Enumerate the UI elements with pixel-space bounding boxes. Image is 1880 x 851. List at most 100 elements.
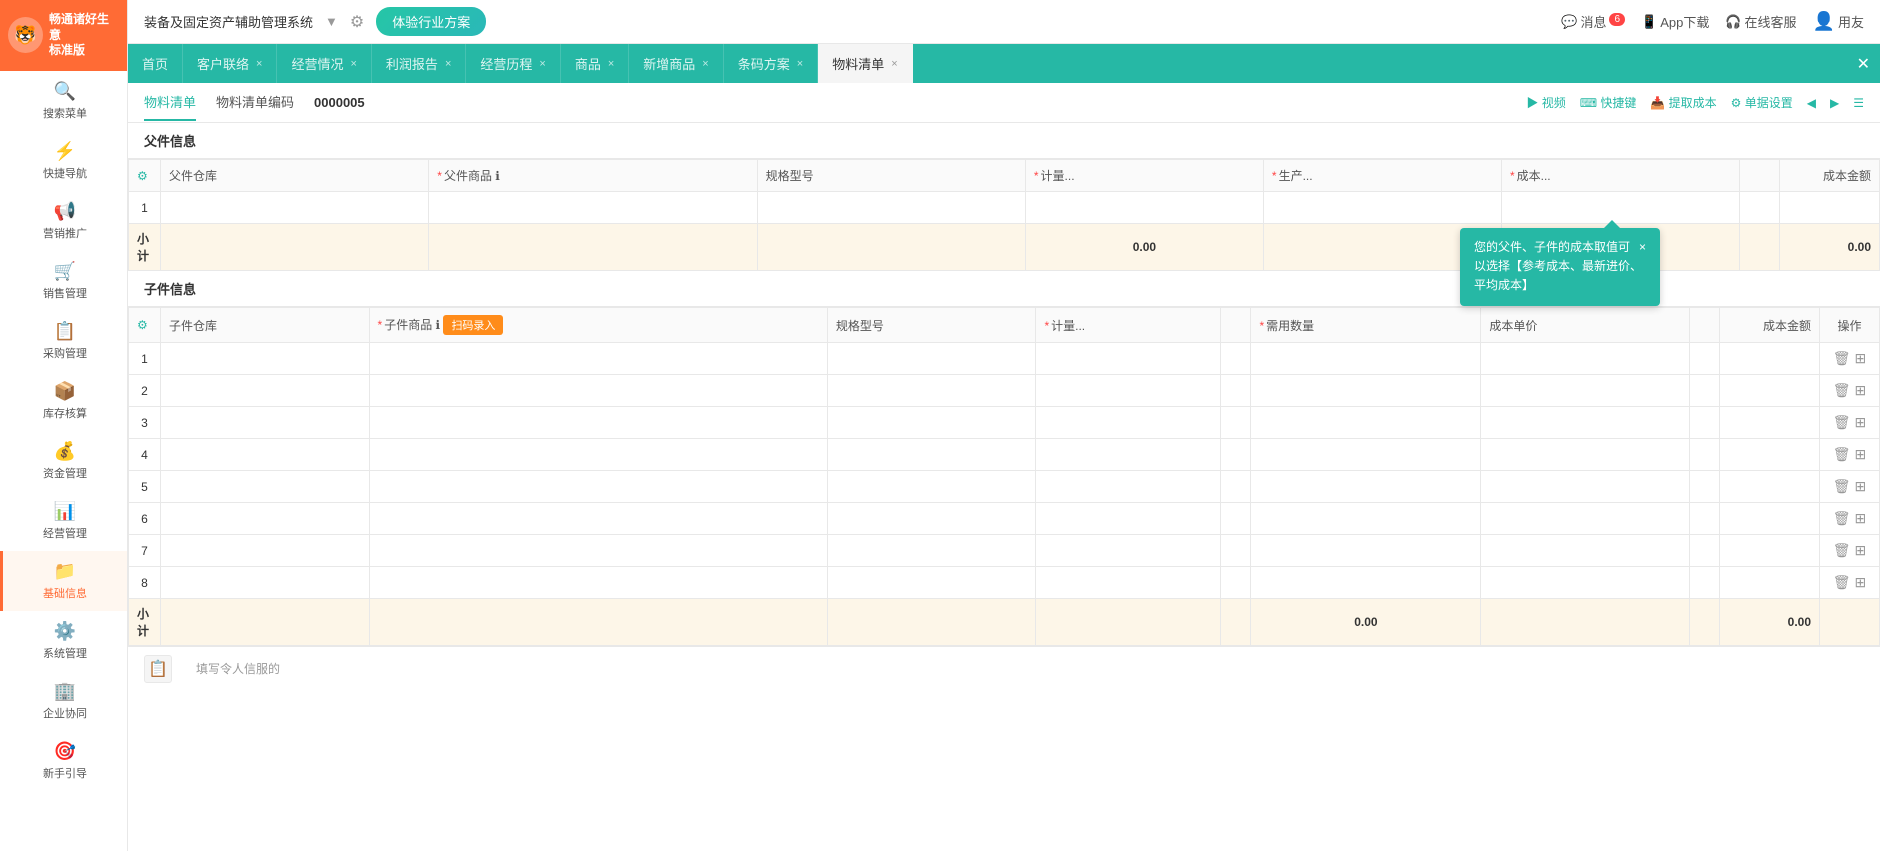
child-unit-3[interactable]	[1036, 407, 1221, 439]
child-qty-7[interactable]	[1251, 535, 1481, 567]
parent-production-1[interactable]	[1263, 192, 1501, 224]
bottom-icon-table[interactable]: 📋	[144, 655, 172, 683]
child-unit-6[interactable]	[1036, 503, 1221, 535]
child-qty-8[interactable]	[1251, 567, 1481, 599]
child-qty-1[interactable]	[1251, 343, 1481, 375]
extract-cost-btn[interactable]: 📥 提取成本	[1650, 94, 1716, 111]
child-warehouse-8[interactable]	[161, 567, 370, 599]
child-unit-2[interactable]	[1036, 375, 1221, 407]
delete-icon-7[interactable]: 🗑	[1833, 542, 1851, 559]
sidebar-item-marketing[interactable]: 📢营销推广	[0, 191, 127, 251]
tab-item-1[interactable]: 客户联络×	[183, 44, 277, 83]
delete-icon-5[interactable]: 🗑	[1833, 478, 1851, 495]
copy-icon-1[interactable]: ⊞	[1855, 350, 1867, 367]
tab-close-7[interactable]: ×	[797, 58, 803, 70]
child-warehouse-5[interactable]	[161, 471, 370, 503]
sidebar-item-search[interactable]: 🔍搜索菜单	[0, 71, 127, 131]
app-download-btn[interactable]: 📱 App下载	[1641, 12, 1709, 31]
parent-unit-1[interactable]	[1025, 192, 1263, 224]
child-warehouse-1[interactable]	[161, 343, 370, 375]
child-qty-5[interactable]	[1251, 471, 1481, 503]
message-btn[interactable]: 💬 消息 6	[1561, 12, 1625, 31]
settings-icon[interactable]: ⚙	[350, 12, 364, 32]
sub-tab-bom[interactable]: 物料清单	[144, 84, 196, 121]
child-product-6[interactable]	[369, 503, 827, 535]
copy-icon-3[interactable]: ⊞	[1855, 414, 1867, 431]
sidebar-item-quick-nav[interactable]: ⚡快捷导航	[0, 131, 127, 191]
sub-tab-code[interactable]: 物料清单编码	[216, 84, 294, 121]
tab-item-8[interactable]: 物料清单×	[818, 44, 912, 83]
child-spec-6[interactable]	[827, 503, 1036, 535]
child-product-3[interactable]	[369, 407, 827, 439]
trial-button[interactable]: 体验行业方案	[376, 7, 486, 36]
child-unit-cost-1[interactable]	[1481, 343, 1690, 375]
online-service-btn[interactable]: 🎧 在线客服	[1725, 12, 1796, 31]
child-qty-2[interactable]	[1251, 375, 1481, 407]
child-unit-cost-6[interactable]	[1481, 503, 1690, 535]
copy-icon-7[interactable]: ⊞	[1855, 542, 1867, 559]
child-unit-8[interactable]	[1036, 567, 1221, 599]
child-unit-cost-3[interactable]	[1481, 407, 1690, 439]
tab-item-2[interactable]: 经营情况×	[277, 44, 371, 83]
parent-product-1[interactable]	[429, 192, 757, 224]
child-spec-3[interactable]	[827, 407, 1036, 439]
child-warehouse-3[interactable]	[161, 407, 370, 439]
scan-button[interactable]: 扫码录入	[443, 315, 503, 335]
child-spec-2[interactable]	[827, 375, 1036, 407]
child-unit-7[interactable]	[1036, 535, 1221, 567]
tab-close-6[interactable]: ×	[702, 58, 708, 70]
child-unit-cost-7[interactable]	[1481, 535, 1690, 567]
child-product-1[interactable]	[369, 343, 827, 375]
tooltip-close-btn[interactable]: ×	[1639, 238, 1646, 257]
tab-item-4[interactable]: 经营历程×	[466, 44, 560, 83]
child-col-settings[interactable]: ⚙	[129, 308, 161, 343]
tab-item-3[interactable]: 利润报告×	[372, 44, 466, 83]
sidebar-item-enterprise[interactable]: 🏢企业协同	[0, 671, 127, 731]
copy-icon-2[interactable]: ⊞	[1855, 382, 1867, 399]
child-unit-cost-5[interactable]	[1481, 471, 1690, 503]
tab-close-4[interactable]: ×	[539, 58, 545, 70]
child-spec-7[interactable]	[827, 535, 1036, 567]
child-warehouse-2[interactable]	[161, 375, 370, 407]
delete-icon-4[interactable]: 🗑	[1833, 446, 1851, 463]
child-warehouse-7[interactable]	[161, 535, 370, 567]
child-warehouse-4[interactable]	[161, 439, 370, 471]
child-spec-8[interactable]	[827, 567, 1036, 599]
child-spec-1[interactable]	[827, 343, 1036, 375]
sidebar-item-guide[interactable]: 🎯新手引导	[0, 731, 127, 791]
parent-col-settings[interactable]: ⚙	[129, 160, 161, 192]
sidebar-item-basic-info[interactable]: 📁基础信息	[0, 551, 127, 611]
child-unit-cost-4[interactable]	[1481, 439, 1690, 471]
tab-item-5[interactable]: 商品×	[561, 44, 629, 83]
child-unit-5[interactable]	[1036, 471, 1221, 503]
child-qty-6[interactable]	[1251, 503, 1481, 535]
tab-close-3[interactable]: ×	[445, 58, 451, 70]
dropdown-arrow-icon[interactable]: ▼	[325, 14, 338, 29]
tab-close-1[interactable]: ×	[256, 58, 262, 70]
child-qty-4[interactable]	[1251, 439, 1481, 471]
sidebar-item-finance[interactable]: 💰资金管理	[0, 431, 127, 491]
child-product-2[interactable]	[369, 375, 827, 407]
tab-close-2[interactable]: ×	[350, 58, 356, 70]
copy-icon-5[interactable]: ⊞	[1855, 478, 1867, 495]
copy-icon-8[interactable]: ⊞	[1855, 574, 1867, 591]
child-qty-3[interactable]	[1251, 407, 1481, 439]
tab-close-all[interactable]: ✕	[1847, 54, 1880, 74]
delete-icon-1[interactable]: 🗑	[1833, 350, 1851, 367]
child-spec-4[interactable]	[827, 439, 1036, 471]
tab-item-7[interactable]: 条码方案×	[724, 44, 818, 83]
sidebar-item-purchase[interactable]: 📋采购管理	[0, 311, 127, 371]
user-btn[interactable]: 👤 用友	[1813, 11, 1864, 32]
video-btn[interactable]: ▶ 视频	[1526, 94, 1565, 111]
child-unit-cost-8[interactable]	[1481, 567, 1690, 599]
child-unit-4[interactable]	[1036, 439, 1221, 471]
sidebar-item-inventory[interactable]: 📦库存核算	[0, 371, 127, 431]
sidebar-item-operations[interactable]: 📊经营管理	[0, 491, 127, 551]
copy-icon-6[interactable]: ⊞	[1855, 510, 1867, 527]
child-unit-cost-2[interactable]	[1481, 375, 1690, 407]
prev-page-btn[interactable]: ◀	[1807, 96, 1816, 110]
grid-view-btn[interactable]: ☰	[1853, 96, 1864, 110]
child-spec-5[interactable]	[827, 471, 1036, 503]
parent-warehouse-1[interactable]	[161, 192, 429, 224]
parent-spec-1[interactable]	[757, 192, 1025, 224]
